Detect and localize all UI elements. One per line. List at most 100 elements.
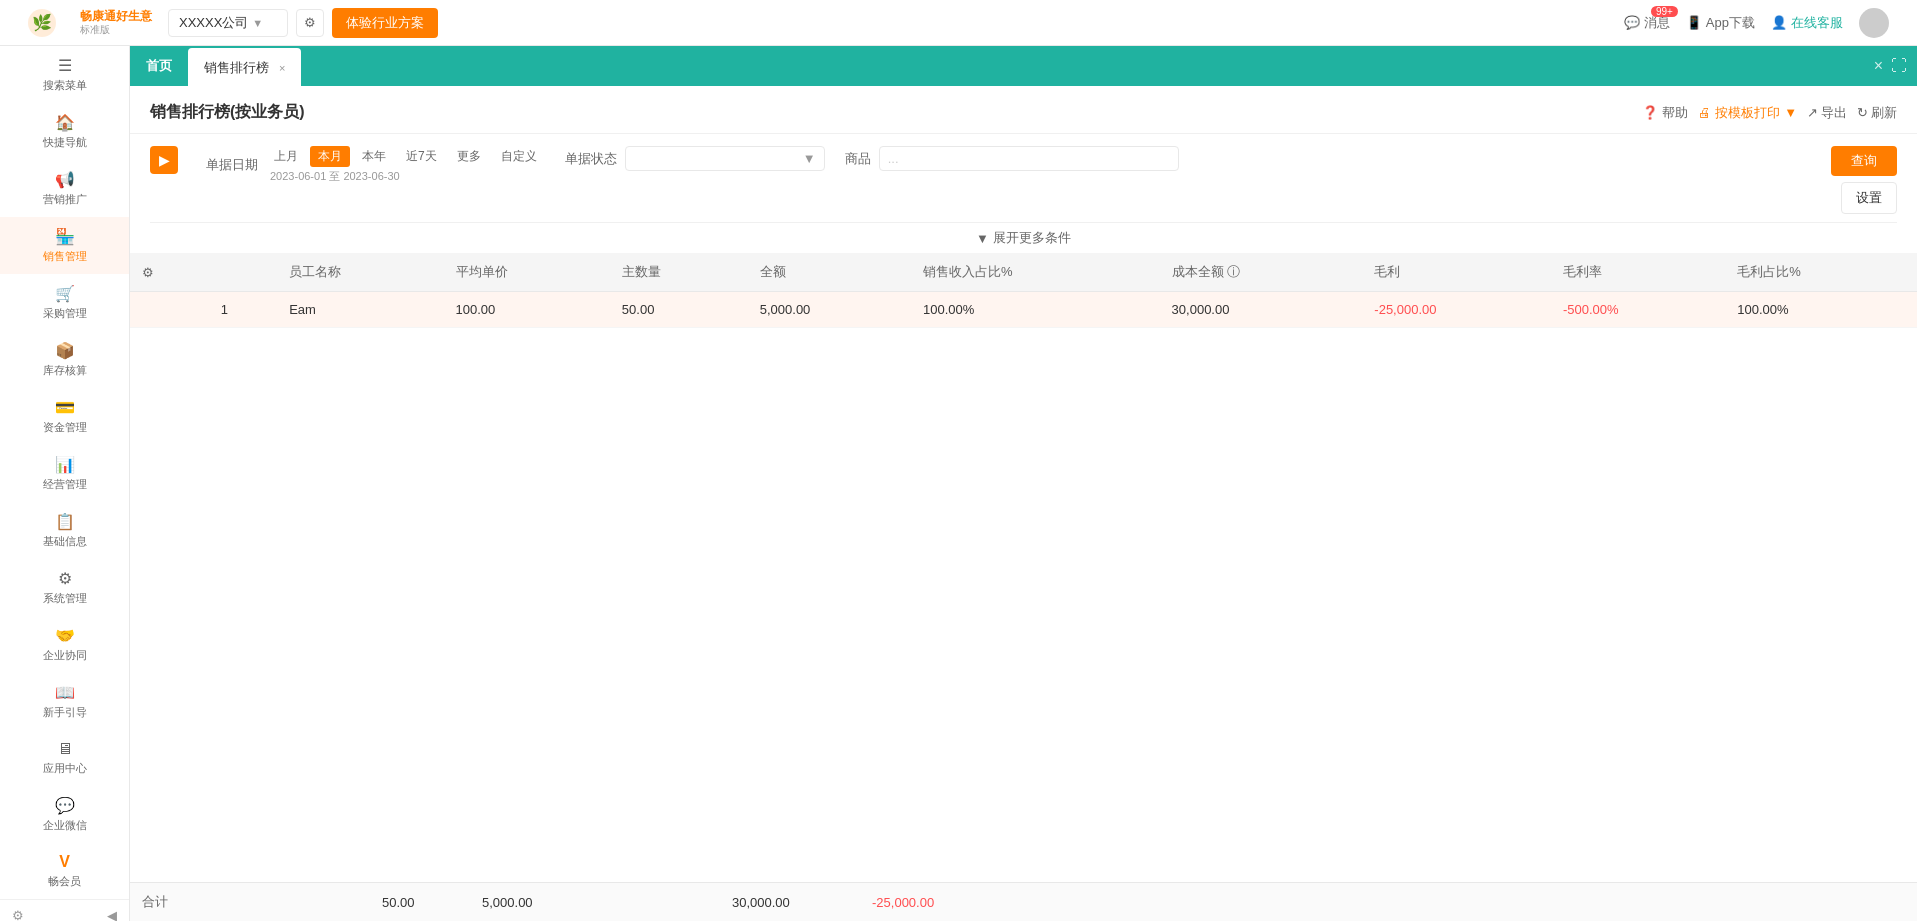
help-icon: ❓ xyxy=(1642,105,1658,120)
sidebar-label-search: 搜索菜单 xyxy=(43,78,87,93)
sidebar-item-management[interactable]: 📊 经营管理 xyxy=(0,445,129,502)
sidebar-item-apps[interactable]: 🖥 应用中心 xyxy=(0,730,129,786)
sidebar-label-system: 系统管理 xyxy=(43,591,87,606)
sidebar-item-marketing[interactable]: 📢 营销推广 xyxy=(0,160,129,217)
settings-btn[interactable]: 设置 xyxy=(1841,182,1897,214)
company-selector[interactable]: XXXXX公司 ▼ xyxy=(168,9,288,37)
collab-icon: 🤝 xyxy=(55,626,75,645)
sidebar-collapse-icon[interactable]: ◀ xyxy=(107,908,117,921)
help-btn[interactable]: ❓ 帮助 xyxy=(1642,104,1688,122)
export-icon: ↗ xyxy=(1807,105,1818,120)
print-label: 按模板打印 xyxy=(1715,104,1780,122)
row-cost: 30,000.00 xyxy=(1160,292,1363,328)
status-filter-label: 单据状态 xyxy=(565,150,617,168)
date-tab-custom[interactable]: 自定义 xyxy=(493,146,545,167)
refresh-icon: ↻ xyxy=(1857,105,1868,120)
row-profit-rate: -500.00% xyxy=(1551,292,1725,328)
sidebar-item-basic[interactable]: 📋 基础信息 xyxy=(0,502,129,559)
tab-sales-ranking[interactable]: 销售排行榜 × xyxy=(188,48,301,88)
page-header: 销售排行榜(按业务员) ❓ 帮助 🖨 按模板打印 ▼ ↗ xyxy=(130,86,1917,134)
sidebar-item-wechat[interactable]: 💬 企业微信 xyxy=(0,786,129,843)
system-icon: ⚙ xyxy=(58,569,72,588)
date-tab-last-month[interactable]: 上月 xyxy=(266,146,306,167)
user-avatar[interactable] xyxy=(1859,8,1889,38)
sidebar-item-system[interactable]: ⚙ 系统管理 xyxy=(0,559,129,616)
finance-icon: 💳 xyxy=(55,398,75,417)
sidebar-item-purchase[interactable]: 🛒 采购管理 xyxy=(0,274,129,331)
sidebar-label-finance: 资金管理 xyxy=(43,420,87,435)
sidebar-item-sales[interactable]: 🏪 销售管理 xyxy=(0,217,129,274)
sidebar-item-inventory[interactable]: 📦 库存核算 xyxy=(0,331,129,388)
export-label: 导出 xyxy=(1821,104,1847,122)
th-name: 员工名称 xyxy=(277,253,443,292)
gear-icon: ⚙ xyxy=(304,15,316,30)
footer-cost: 30,000.00 xyxy=(732,895,852,910)
status-dropdown-icon: ▼ xyxy=(803,151,816,166)
sidebar-label-apps: 应用中心 xyxy=(43,761,87,776)
tab-sales-ranking-label: 销售排行榜 xyxy=(204,59,269,77)
table-area: ⚙ 员工名称 平均单价 主数量 全额 销售收入占比% 成本全额 ⓘ 毛利 毛利率 xyxy=(130,253,1917,882)
sidebar-item-finance[interactable]: 💳 资金管理 xyxy=(0,388,129,445)
basic-icon: 📋 xyxy=(55,512,75,531)
tab-close-icon[interactable]: × xyxy=(279,62,285,74)
tab-home[interactable]: 首页 xyxy=(130,46,188,86)
message-btn[interactable]: 💬 消息 99+ xyxy=(1624,14,1670,32)
sidebar: ☰ 搜索菜单 🏠 快捷导航 📢 营销推广 🏪 销售管理 🛒 采购管理 📦 xyxy=(0,46,130,921)
main-area: ☰ 搜索菜单 🏠 快捷导航 📢 营销推广 🏪 销售管理 🛒 采购管理 📦 xyxy=(0,46,1917,921)
th-avg-price: 平均单价 xyxy=(444,253,610,292)
app-download-label: App下载 xyxy=(1706,14,1755,32)
date-tab-this-year[interactable]: 本年 xyxy=(354,146,394,167)
sidebar-item-guide[interactable]: 📖 新手引导 xyxy=(0,673,129,730)
th-settings[interactable]: ⚙ xyxy=(130,253,209,292)
print-btn[interactable]: 🖨 按模板打印 ▼ xyxy=(1698,104,1797,122)
page-title: 销售排行榜(按业务员) xyxy=(150,102,305,123)
sidebar-label-nav: 快捷导航 xyxy=(43,135,87,150)
filter-section: ▶ 单据日期 上月 本月 本年 近7天 更多 xyxy=(130,134,1917,253)
sidebar-item-member[interactable]: V 畅会员 xyxy=(0,843,129,899)
phone-icon: 📱 xyxy=(1686,15,1702,30)
sidebar-settings-icon[interactable]: ⚙ xyxy=(12,908,24,921)
forward-btn[interactable]: ▶ xyxy=(150,146,178,174)
status-select[interactable]: ▼ xyxy=(625,146,825,171)
print-icon: 🖨 xyxy=(1698,105,1711,120)
row-avg-price: 100.00 xyxy=(444,292,610,328)
topbar-settings-btn[interactable]: ⚙ xyxy=(296,9,324,37)
row-quantity: 50.00 xyxy=(610,292,748,328)
refresh-label: 刷新 xyxy=(1871,104,1897,122)
date-tab-7days[interactable]: 近7天 xyxy=(398,146,445,167)
export-btn[interactable]: ↗ 导出 xyxy=(1807,104,1847,122)
refresh-btn[interactable]: ↻ 刷新 xyxy=(1857,104,1897,122)
tab-maximize-btn[interactable]: ⛶ xyxy=(1891,57,1907,75)
trial-btn[interactable]: 体验行业方案 xyxy=(332,8,438,38)
online-service-btn[interactable]: 👤 在线客服 xyxy=(1771,14,1843,32)
sidebar-item-collab[interactable]: 🤝 企业协同 xyxy=(0,616,129,673)
app-download-btn[interactable]: 📱 App下载 xyxy=(1686,14,1755,32)
date-tab-more[interactable]: 更多 xyxy=(449,146,489,167)
date-tab-this-month[interactable]: 本月 xyxy=(310,146,350,167)
tab-close-btn[interactable]: × xyxy=(1874,57,1883,75)
sidebar-item-search[interactable]: ☰ 搜索菜单 xyxy=(0,46,129,103)
sidebar-label-inventory: 库存核算 xyxy=(43,363,87,378)
row-profit: -25,000.00 xyxy=(1362,292,1551,328)
top-bar-right: 💬 消息 99+ 📱 App下载 👤 在线客服 xyxy=(1624,8,1905,38)
sidebar-label-basic: 基础信息 xyxy=(43,534,87,549)
th-rank xyxy=(209,253,277,292)
top-bar: 🌿 畅康通好生意 标准版 XXXXX公司 ▼ ⚙ 体验行业方案 💬 消息 99+ xyxy=(0,0,1917,46)
svg-text:🌿: 🌿 xyxy=(32,13,52,32)
date-filter-group: 单据日期 上月 本月 本年 近7天 更多 自定义 20 xyxy=(206,146,545,184)
table-header: ⚙ 员工名称 平均单价 主数量 全额 销售收入占比% 成本全额 ⓘ 毛利 毛利率 xyxy=(130,253,1917,292)
row-sales-pct: 100.00% xyxy=(911,292,1160,328)
query-btn[interactable]: 查询 xyxy=(1831,146,1897,176)
th-profit: 毛利 xyxy=(1362,253,1551,292)
status-filter-group: 单据状态 ▼ xyxy=(565,146,825,171)
guide-icon: 📖 xyxy=(55,683,75,702)
goods-input[interactable]: ... xyxy=(879,146,1179,171)
footer-total: 合计 50.00 5,000.00 30,000.00 -25,000.00 xyxy=(142,893,1905,911)
th-sales-pct: 销售收入占比% xyxy=(911,253,1160,292)
sidebar-label-purchase: 采购管理 xyxy=(43,306,87,321)
goods-filter-group: 商品 ... xyxy=(845,146,1179,171)
sidebar-item-nav[interactable]: 🏠 快捷导航 xyxy=(0,103,129,160)
th-profit-rate: 毛利率 xyxy=(1551,253,1725,292)
row-settings xyxy=(130,292,209,328)
more-conditions-btn[interactable]: ▼ 展开更多条件 xyxy=(150,222,1897,253)
